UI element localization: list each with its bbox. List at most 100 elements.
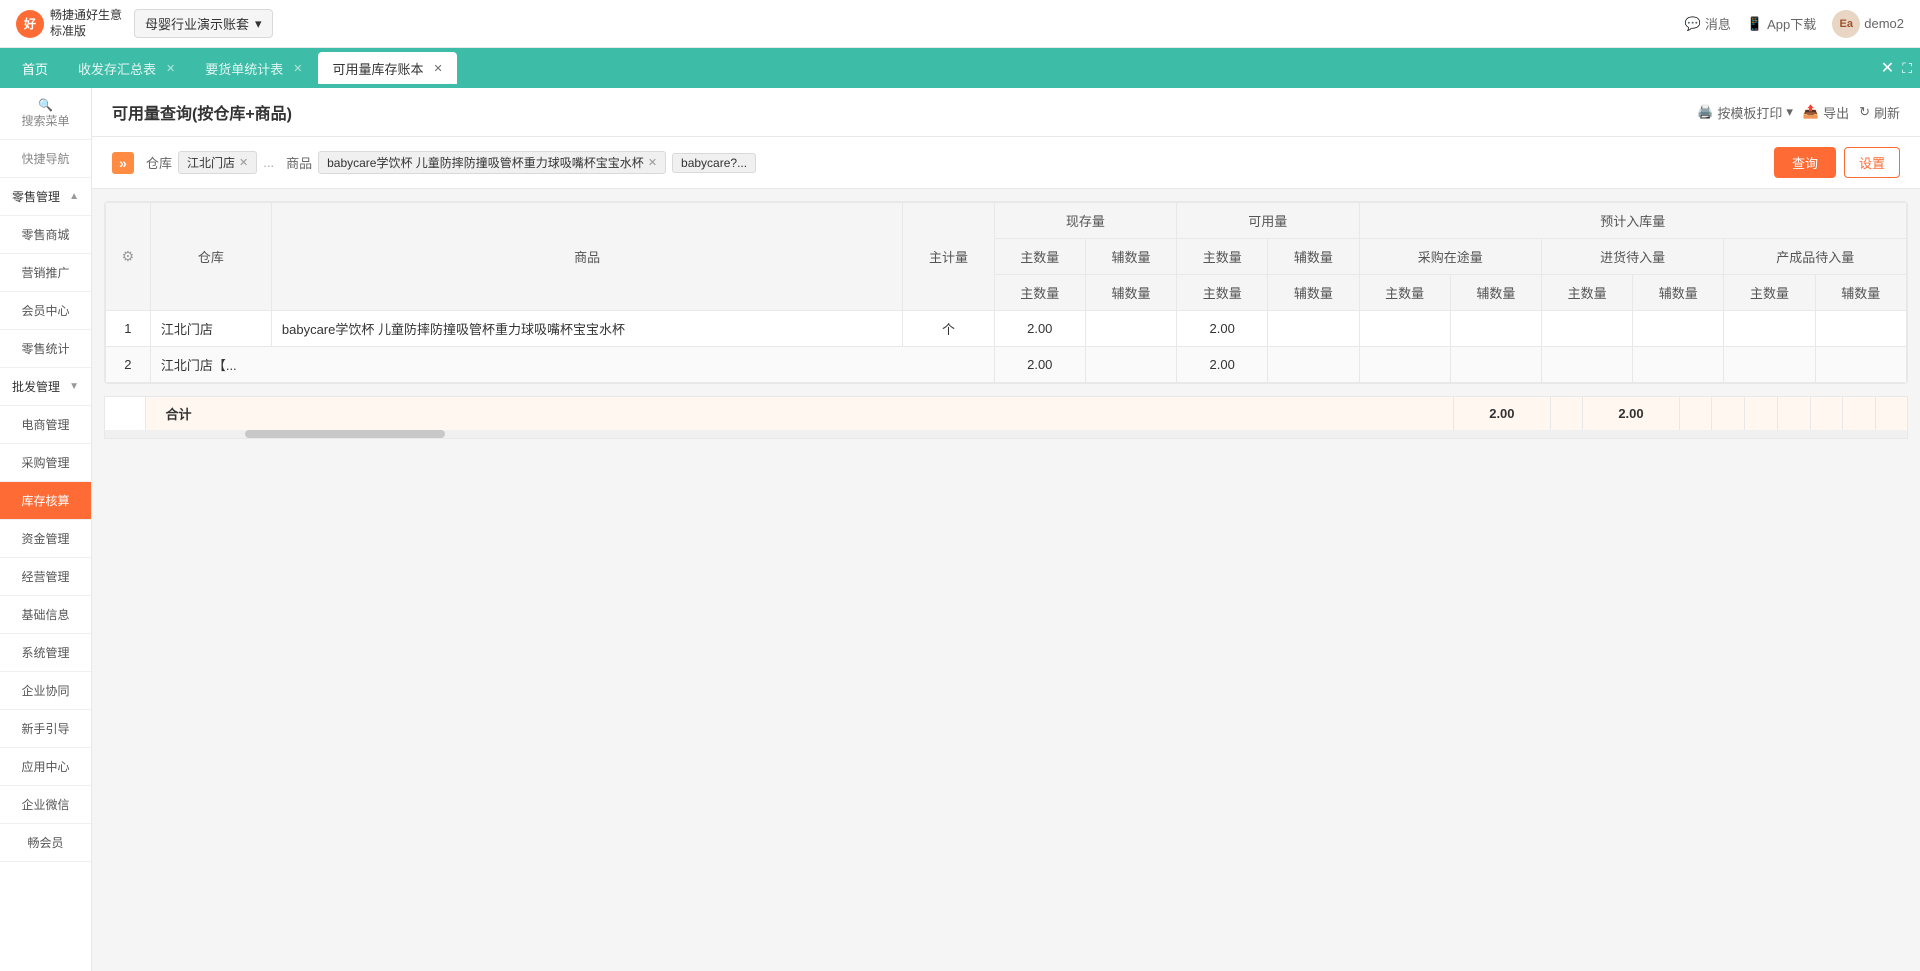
sidebar: 🔍 搜索菜单 快捷导航 零售管理 ▲ 零售商城 营销推广 会员中心 零售统计 批…: [0, 88, 92, 971]
page-title: 可用量查询(按仓库+商品): [112, 100, 292, 124]
row1-product: babycare学饮杯 儿童防摔防撞吸管杯重力球吸嘴杯宝宝水杯: [271, 311, 903, 347]
query-button[interactable]: 查询: [1774, 147, 1836, 178]
content-area: 可用量查询(按仓库+商品) 🖨️ 按模板打印 ▾ 📤 导出 ↻ 刷新 »: [92, 88, 1920, 971]
settings-button[interactable]: 设置: [1844, 147, 1900, 178]
sidebar-item-enterprise-wechat[interactable]: 企业微信: [0, 786, 91, 824]
sidebar-item-finance[interactable]: 资金管理: [0, 520, 91, 558]
nav-tabs-actions: ✕ ⛶: [1881, 58, 1912, 78]
avatar: Ea: [1832, 10, 1860, 38]
tab-order-stats[interactable]: 要货单统计表 ✕: [191, 52, 316, 84]
product-tag-2[interactable]: babycare?...: [672, 153, 756, 173]
th-finished-main: 主数量: [1724, 275, 1815, 311]
app-download-btn[interactable]: 📱 App下载: [1747, 14, 1816, 33]
th-avail-main: 主数量: [1177, 239, 1268, 275]
tab-home[interactable]: 首页: [8, 52, 62, 84]
filter-actions: 查询 设置: [1774, 147, 1900, 178]
sidebar-item-operations[interactable]: 经营管理: [0, 558, 91, 596]
logo-area: 好 畅捷通好生意 标准版: [16, 8, 122, 39]
logo-icon: 好: [16, 10, 44, 38]
row1-finished-main: [1724, 311, 1815, 347]
group-row: 2 江北门店【... 2.00 2.00: [106, 347, 1907, 383]
group-avail-main: 2.00: [1177, 347, 1268, 383]
sidebar-item-wholesale-mgmt[interactable]: 批发管理 ▼: [0, 368, 91, 406]
close-tab-order-stats[interactable]: ✕: [293, 62, 302, 75]
product-tag-1[interactable]: babycare学饮杯 儿童防摔防撞吸管杯重力球吸嘴杯宝宝水杯 ✕: [318, 151, 666, 174]
warehouse-filter: 仓库 江北门店 ✕ ...: [146, 151, 274, 174]
chevron-down-icon: ▾: [1786, 104, 1793, 120]
warehouse-tag[interactable]: 江北门店 ✕: [178, 151, 257, 174]
th-avail-aux: 辅数量: [1268, 239, 1359, 275]
group-finished-aux: [1815, 347, 1906, 383]
search-icon: 🔍: [38, 98, 53, 112]
group-warehouse: 江北门店【...: [150, 347, 994, 383]
row1-stock-main: 2.00: [994, 311, 1085, 347]
sidebar-item-vip-member[interactable]: 畅会员: [0, 824, 91, 862]
th-stock-main: 主数量: [994, 239, 1085, 275]
th-unit: 主计量: [903, 203, 994, 311]
sidebar-item-retail-mall[interactable]: 零售商城: [0, 216, 91, 254]
sidebar-item-retail-mgmt[interactable]: 零售管理 ▲: [0, 178, 91, 216]
sidebar-item-inventory[interactable]: 库存核算: [0, 482, 91, 520]
footer-area: 合计 2.00 2.00: [104, 396, 1908, 439]
tab-available-stock[interactable]: 可用量库存账本 ✕: [318, 52, 456, 84]
group-purchase-main: [1359, 347, 1450, 383]
th-warehouse: 仓库: [150, 203, 271, 311]
refresh-btn[interactable]: ↻ 刷新: [1859, 103, 1900, 122]
sidebar-item-app-center[interactable]: 应用中心: [0, 748, 91, 786]
company-selector[interactable]: 母婴行业演示账套 ▾: [134, 9, 273, 38]
sidebar-item-enterprise-coop[interactable]: 企业协同: [0, 672, 91, 710]
sidebar-item-ecommerce[interactable]: 电商管理: [0, 406, 91, 444]
group-avail-aux: [1268, 347, 1359, 383]
sidebar-item-new-guide[interactable]: 新手引导: [0, 710, 91, 748]
th-available: 可用量: [1177, 203, 1359, 239]
main-layout: 🔍 搜索菜单 快捷导航 零售管理 ▲ 零售商城 营销推广 会员中心 零售统计 批…: [0, 88, 1920, 971]
expand-filter-btn[interactable]: »: [112, 152, 134, 174]
footer-avail-main: 2.00: [1583, 397, 1679, 430]
th-purchase-aux: 辅数量: [1450, 275, 1541, 311]
sidebar-item-marketing[interactable]: 营销推广: [0, 254, 91, 292]
close-tab-receipts[interactable]: ✕: [166, 62, 175, 75]
scrollbar-thumb[interactable]: [245, 430, 445, 438]
tab-receipts[interactable]: 收发存汇总表 ✕: [64, 52, 189, 84]
nav-tabs: 首页 收发存汇总表 ✕ 要货单统计表 ✕ 可用量库存账本 ✕ ✕ ⛶: [0, 48, 1920, 88]
sidebar-quick-nav[interactable]: 快捷导航: [0, 140, 91, 178]
sidebar-item-system-mgmt[interactable]: 系统管理: [0, 634, 91, 672]
th-incoming-aux: 辅数量: [1633, 275, 1724, 311]
product-filter: 商品 babycare学饮杯 儿童防摔防撞吸管杯重力球吸嘴杯宝宝水杯 ✕ bab…: [286, 151, 756, 174]
print-icon: 🖨️: [1697, 104, 1713, 120]
sidebar-item-basic-info[interactable]: 基础信息: [0, 596, 91, 634]
th-stock-main2: 主数量: [994, 275, 1085, 311]
th-avail-aux2: 辅数量: [1268, 275, 1359, 311]
message-btn[interactable]: 💬 消息: [1685, 14, 1731, 33]
row1-unit: 个: [903, 311, 994, 347]
home-label: 首页: [22, 59, 48, 78]
th-settings[interactable]: ⚙: [106, 203, 151, 311]
top-bar: 好 畅捷通好生意 标准版 母婴行业演示账套 ▾ 💬 消息 📱 App下载 Ea …: [0, 0, 1920, 48]
row1-warehouse: 江北门店: [150, 311, 271, 347]
group-num: 2: [106, 347, 151, 383]
row1-purchase-aux: [1450, 311, 1541, 347]
filter-more-warehouse[interactable]: ...: [263, 155, 274, 170]
nav-close-icon[interactable]: ✕: [1881, 58, 1894, 78]
export-icon: 📤: [1803, 104, 1819, 120]
th-forecast-in: 预计入库量: [1359, 203, 1906, 239]
page-header: 可用量查询(按仓库+商品) 🖨️ 按模板打印 ▾ 📤 导出 ↻ 刷新: [92, 88, 1920, 137]
row1-avail-main: 2.00: [1177, 311, 1268, 347]
nav-expand-icon[interactable]: ⛶: [1902, 60, 1912, 77]
group-incoming-aux: [1633, 347, 1724, 383]
th-current-stock: 现存量: [994, 203, 1176, 239]
sidebar-item-purchase-mgmt[interactable]: 采购管理: [0, 444, 91, 482]
sidebar-search[interactable]: 🔍 搜索菜单: [0, 88, 91, 140]
remove-product-tag-1[interactable]: ✕: [648, 156, 657, 169]
chevron-down-icon: ▾: [255, 16, 262, 32]
chevron-icon: ▼: [69, 381, 79, 392]
user-area[interactable]: Ea demo2: [1832, 10, 1904, 38]
refresh-icon: ↻: [1859, 104, 1870, 120]
remove-warehouse-tag[interactable]: ✕: [239, 156, 248, 169]
horizontal-scrollbar[interactable]: [105, 430, 1907, 438]
print-btn[interactable]: 🖨️ 按模板打印 ▾: [1697, 103, 1793, 122]
close-tab-available-stock[interactable]: ✕: [434, 62, 443, 75]
sidebar-item-member-center[interactable]: 会员中心: [0, 292, 91, 330]
sidebar-item-retail-stats[interactable]: 零售统计: [0, 330, 91, 368]
export-btn[interactable]: 📤 导出: [1803, 103, 1849, 122]
